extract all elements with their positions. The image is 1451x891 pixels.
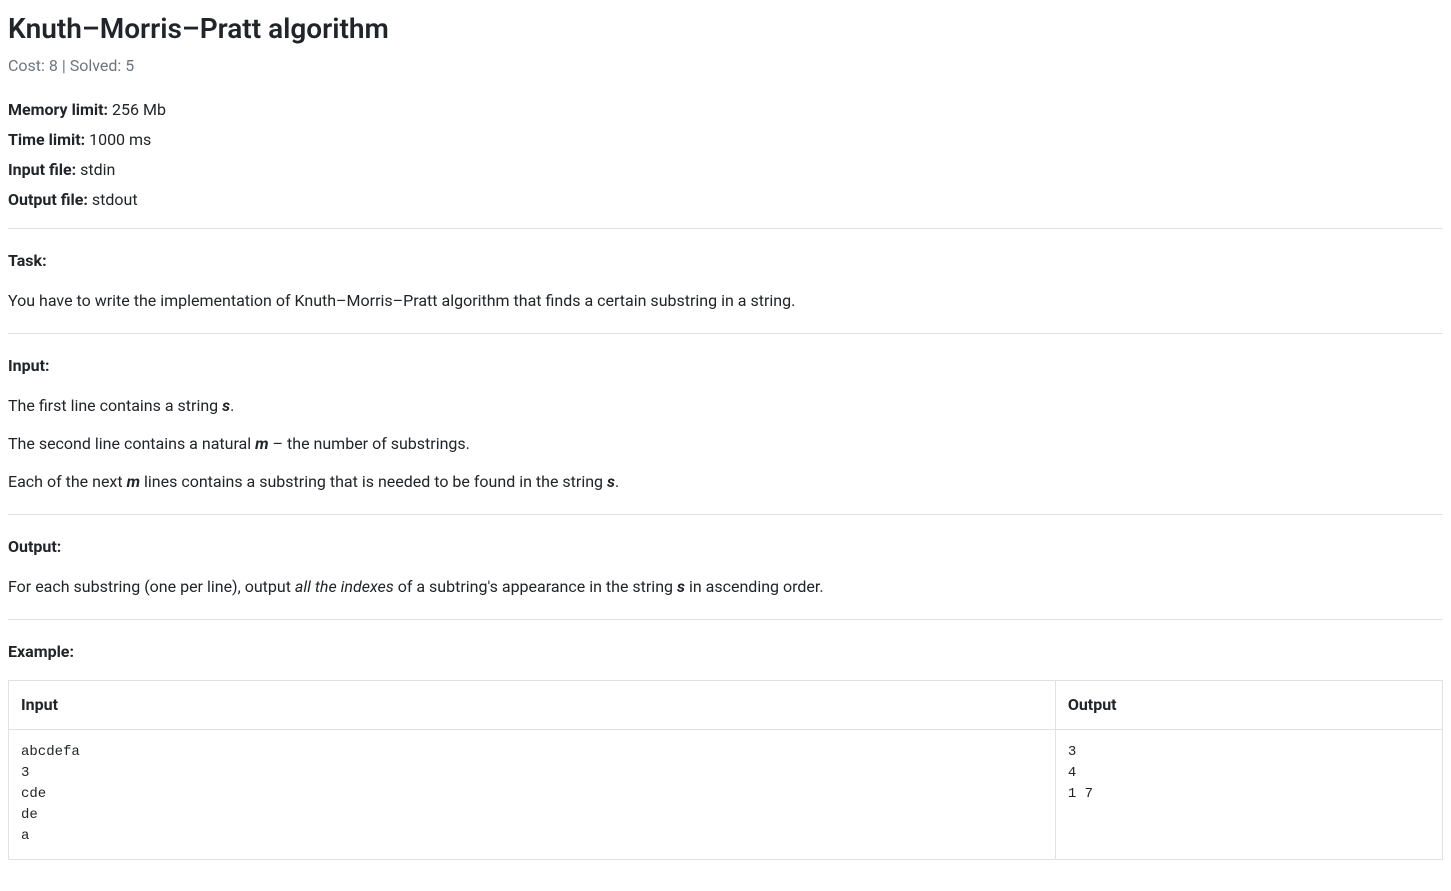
example-col-input: Input <box>9 681 1056 730</box>
output-line: For each substring (one per line), outpu… <box>8 575 1443 599</box>
example-col-output: Output <box>1055 681 1442 730</box>
input-file-label: Input file: <box>8 160 76 179</box>
task-text: You have to write the implementation of … <box>8 289 1443 313</box>
subtitle: Cost: 8 | Solved: 5 <box>8 54 1443 78</box>
emphasis: all the indexes <box>295 577 394 596</box>
input-line-2: The second line contains a natural m – t… <box>8 432 1443 456</box>
example-output-text: 3 4 1 7 <box>1068 742 1430 805</box>
example-section: Example: Input Output abcdefa 3 cde de a… <box>8 620 1443 880</box>
memory-limit: Memory limit: 256 Mb <box>8 98 1443 122</box>
var-s: s <box>677 577 685 596</box>
task-section: Task: You have to write the implementati… <box>8 229 1443 333</box>
output-heading: Output: <box>8 535 1443 559</box>
input-line-1: The first line contains a string s. <box>8 394 1443 418</box>
task-heading: Task: <box>8 249 1443 273</box>
input-file: Input file: stdin <box>8 158 1443 182</box>
memory-limit-value: 256 Mb <box>108 100 166 119</box>
var-s: s <box>222 396 230 415</box>
time-limit: Time limit: 1000 ms <box>8 128 1443 152</box>
input-section: Input: The first line contains a string … <box>8 334 1443 514</box>
output-section: Output: For each substring (one per line… <box>8 515 1443 619</box>
var-s: s <box>607 472 615 491</box>
table-row: abcdefa 3 cde de a 3 4 1 7 <box>9 730 1443 860</box>
time-limit-label: Time limit: <box>8 130 85 149</box>
output-file: Output file: stdout <box>8 188 1443 212</box>
output-file-value: stdout <box>88 190 138 209</box>
time-limit-value: 1000 ms <box>85 130 151 149</box>
example-input-text: abcdefa 3 cde de a <box>21 742 1043 847</box>
var-m: m <box>255 434 268 453</box>
input-heading: Input: <box>8 354 1443 378</box>
input-line-3: Each of the next m lines contains a subs… <box>8 470 1443 494</box>
input-file-value: stdin <box>76 160 115 179</box>
output-file-label: Output file: <box>8 190 88 209</box>
limits-block: Memory limit: 256 Mb Time limit: 1000 ms… <box>8 98 1443 212</box>
page-title: Knuth–Morris–Pratt algorithm <box>8 8 1443 50</box>
var-m: m <box>127 472 140 491</box>
memory-limit-label: Memory limit: <box>8 100 108 119</box>
example-table: Input Output abcdefa 3 cde de a 3 4 1 7 <box>8 680 1443 860</box>
example-heading: Example: <box>8 640 1443 664</box>
